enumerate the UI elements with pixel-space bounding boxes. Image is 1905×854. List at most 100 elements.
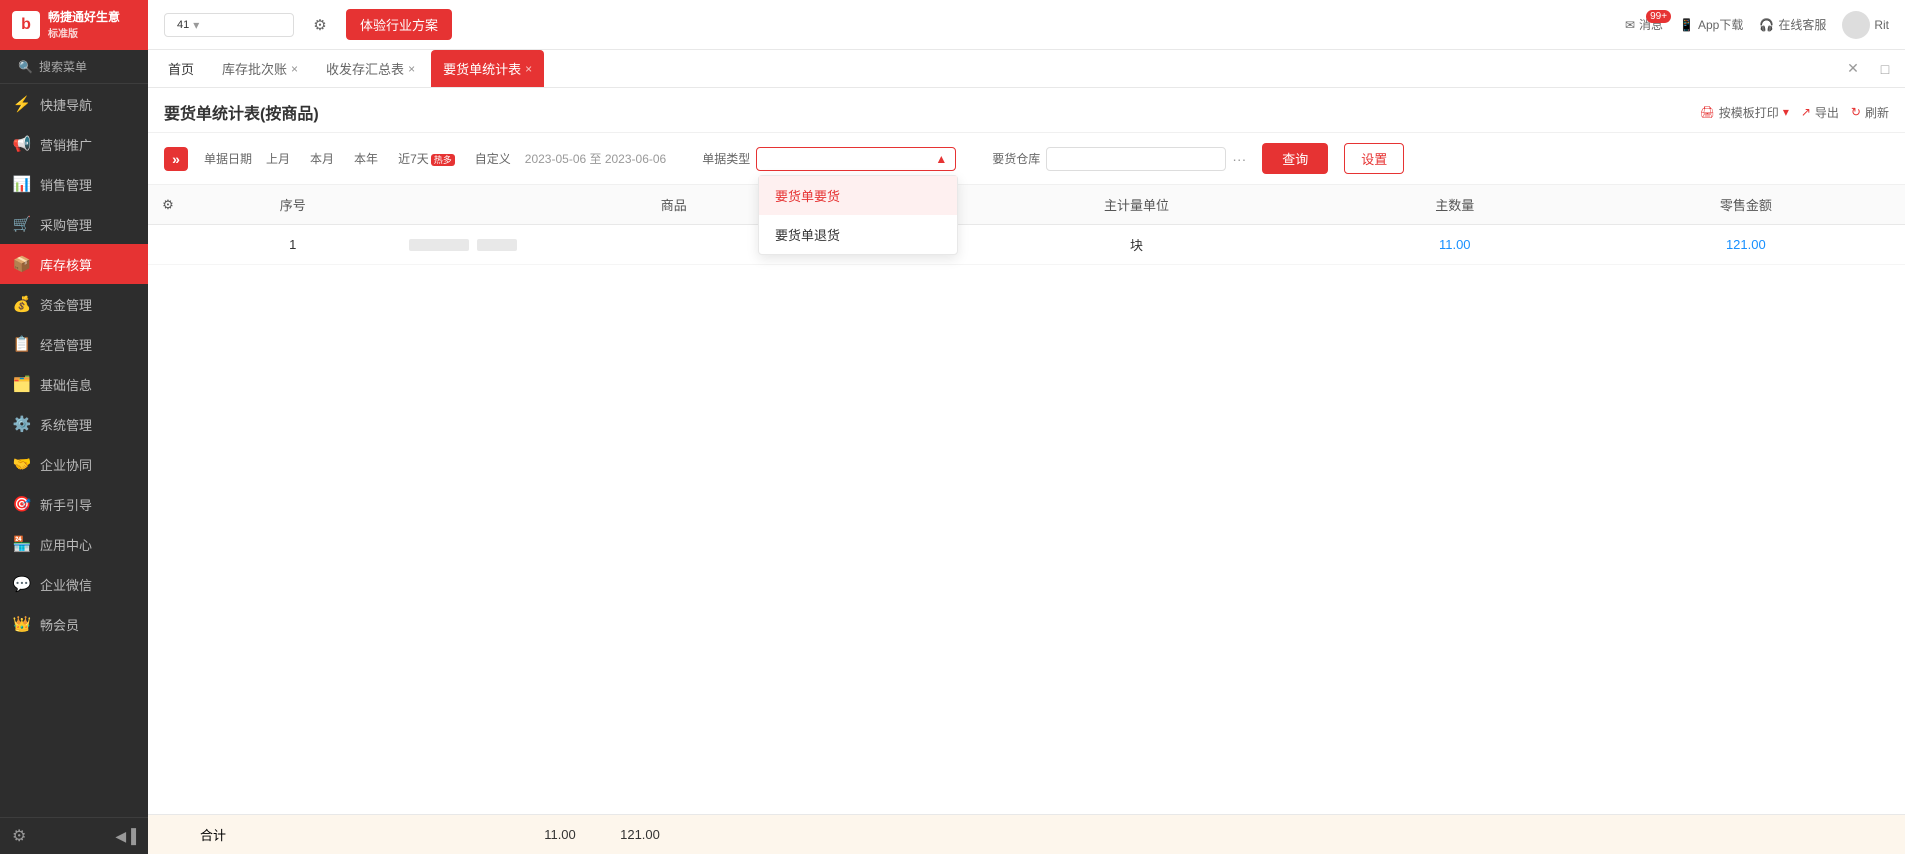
tab-inventory-batch-close[interactable]: ×: [291, 62, 298, 76]
sidebar-item-sales[interactable]: 📊 销售管理: [0, 164, 148, 204]
hot-tag: 热多: [431, 154, 455, 166]
row-quantity-cell: 11.00: [1323, 225, 1587, 265]
page-title: 要货单统计表(按商品): [164, 100, 319, 124]
guide-icon: 🎯: [12, 494, 32, 514]
user-profile-btn[interactable]: Rit: [1842, 11, 1889, 39]
date-this-year-btn[interactable]: 本年: [346, 148, 386, 169]
sidebar-label-system: 系统管理: [40, 415, 92, 434]
export-label: 导出: [1815, 104, 1839, 121]
dropdown-item-yaohuo[interactable]: 要货单要货: [759, 176, 957, 215]
messages-btn[interactable]: ✉ 消息 99+: [1625, 16, 1663, 33]
query-button[interactable]: 查询: [1262, 143, 1328, 174]
store-chevron-icon: ▾: [193, 18, 199, 32]
warehouse-dots-btn[interactable]: ···: [1232, 151, 1246, 167]
tab-close-all-btn[interactable]: ✕: [1841, 57, 1865, 81]
col-unit: 主计量单位: [950, 185, 1323, 225]
footer-quantity: 11.00: [520, 827, 600, 842]
date-filter-group: 单据日期 上月 本月 本年 近7天热多 自定义 2023-05-06 至 202…: [204, 148, 666, 169]
type-filter-group: 单据类型 ▲: [702, 147, 956, 171]
footer-values: 11.00 121.00: [360, 827, 1893, 842]
messages-badge: 99+: [1646, 10, 1671, 23]
export-icon: ↗: [1801, 105, 1811, 119]
search-label: 搜索菜单: [39, 58, 87, 75]
sidebar-item-system[interactable]: ⚙️ 系统管理: [0, 404, 148, 444]
sidebar-item-operation[interactable]: 📋 经营管理: [0, 324, 148, 364]
warehouse-filter-group: 要货仓库 ···: [992, 147, 1246, 171]
date-last-month-btn[interactable]: 上月: [258, 148, 298, 169]
tabs-bar: 首页 库存批次账 × 收发存汇总表 × 要货单统计表 × ✕ □: [148, 50, 1905, 88]
sidebar-item-member[interactable]: 👑 畅会员: [0, 604, 148, 644]
dropdown-item-yaohuo-label: 要货单要货: [775, 189, 840, 204]
print-btn[interactable]: 🖨 按模板打印 ▾: [1700, 104, 1789, 121]
online-service-btn[interactable]: 🎧 在线客服: [1759, 16, 1826, 33]
inventory-icon: 📦: [12, 254, 32, 274]
print-label: 按模板打印: [1719, 104, 1779, 121]
store-selector[interactable]: 41 ▾: [164, 13, 294, 37]
export-btn[interactable]: ↗ 导出: [1801, 104, 1839, 121]
header-gear-button[interactable]: ⚙: [306, 11, 334, 39]
filter-expand-btn[interactable]: »: [164, 147, 188, 171]
sidebar-item-finance[interactable]: 💰 资金管理: [0, 284, 148, 324]
industry-btn[interactable]: 体验行业方案: [346, 9, 452, 40]
table-row: 1 块 11.00 121.00: [148, 225, 1905, 265]
appstore-icon: 🏪: [12, 534, 32, 554]
footer-amount: 121.00: [600, 827, 680, 842]
sidebar-item-wechat[interactable]: 💬 企业微信: [0, 564, 148, 604]
sidebar: b 畅捷通好生意 标准版 🔍 搜索菜单 ⚡ 快捷导航 📢 营销推广 📊 销售管理…: [0, 0, 148, 854]
row-amount-cell: 121.00: [1587, 225, 1905, 265]
sidebar-search[interactable]: 🔍 搜索菜单: [0, 50, 148, 84]
warehouse-input[interactable]: [1046, 147, 1226, 171]
sidebar-item-enterprise[interactable]: 🤝 企业协同: [0, 444, 148, 484]
tab-receive-summary[interactable]: 收发存汇总表 ×: [314, 50, 427, 87]
sidebar-item-purchase[interactable]: 🛒 采购管理: [0, 204, 148, 244]
date-range-display: 2023-05-06 至 2023-06-06: [525, 150, 666, 167]
footer-left: 合计: [160, 825, 360, 844]
sidebar-item-marketing[interactable]: 📢 营销推广: [0, 124, 148, 164]
operation-icon: 📋: [12, 334, 32, 354]
print-icon: 🖨: [1700, 105, 1715, 119]
message-icon: ✉: [1625, 18, 1635, 32]
warehouse-label: 要货仓库: [992, 150, 1040, 167]
store-number: 41: [177, 19, 189, 31]
sidebar-item-basic[interactable]: 🗂️ 基础信息: [0, 364, 148, 404]
system-icon: ⚙️: [12, 414, 32, 434]
dropdown-item-tuihuo[interactable]: 要货单退货: [759, 215, 957, 254]
quantity-link[interactable]: 11.00: [1439, 237, 1471, 252]
tab-order-summary[interactable]: 要货单统计表 ×: [431, 50, 544, 87]
col-gear-icon[interactable]: ⚙: [162, 197, 174, 212]
sidebar-item-inventory[interactable]: 📦 库存核算: [0, 244, 148, 284]
type-select[interactable]: ▲: [756, 147, 956, 171]
sidebar-item-appstore[interactable]: 🏪 应用中心: [0, 524, 148, 564]
sidebar-item-guide[interactable]: 🎯 新手引导: [0, 484, 148, 524]
service-icon: 🎧: [1759, 18, 1774, 32]
member-icon: 👑: [12, 614, 32, 634]
product-placeholder-2: [477, 239, 517, 251]
settings-icon[interactable]: ⚙: [12, 826, 26, 846]
table-footer: 合计 11.00 121.00: [148, 814, 1905, 854]
tab-home[interactable]: 首页: [156, 50, 206, 87]
date-this-month-btn[interactable]: 本月: [302, 148, 342, 169]
collapse-icon[interactable]: ◀▐: [115, 828, 136, 845]
sidebar-label-marketing: 营销推广: [40, 135, 92, 154]
col-amount: 零售金额: [1587, 185, 1905, 225]
tab-receive-summary-label: 收发存汇总表: [326, 59, 404, 78]
tab-order-summary-close[interactable]: ×: [525, 62, 532, 76]
footer-label: 合计: [200, 825, 226, 844]
tab-maximize-btn[interactable]: □: [1873, 57, 1897, 81]
date-7days-btn[interactable]: 近7天热多: [390, 148, 463, 169]
online-service-label: 在线客服: [1778, 16, 1826, 33]
marketing-icon: 📢: [12, 134, 32, 154]
refresh-btn[interactable]: ↻ 刷新: [1851, 104, 1889, 121]
tab-receive-summary-close[interactable]: ×: [408, 62, 415, 76]
user-avatar: [1842, 11, 1870, 39]
page-actions: 🖨 按模板打印 ▾ ↗ 导出 ↻ 刷新: [1700, 104, 1889, 121]
row-settings-cell: [148, 225, 188, 265]
app-download-btn[interactable]: 📱 App下载: [1679, 16, 1743, 33]
settings-button[interactable]: 设置: [1344, 143, 1404, 174]
date-custom-btn[interactable]: 自定义: [467, 148, 519, 169]
sidebar-label-inventory: 库存核算: [40, 255, 92, 274]
sidebar-item-quick-nav[interactable]: ⚡ 快捷导航: [0, 84, 148, 124]
amount-link[interactable]: 121.00: [1726, 237, 1766, 252]
tab-inventory-batch[interactable]: 库存批次账 ×: [210, 50, 310, 87]
page-header: 要货单统计表(按商品) 🖨 按模板打印 ▾ ↗ 导出 ↻ 刷新: [148, 88, 1905, 133]
